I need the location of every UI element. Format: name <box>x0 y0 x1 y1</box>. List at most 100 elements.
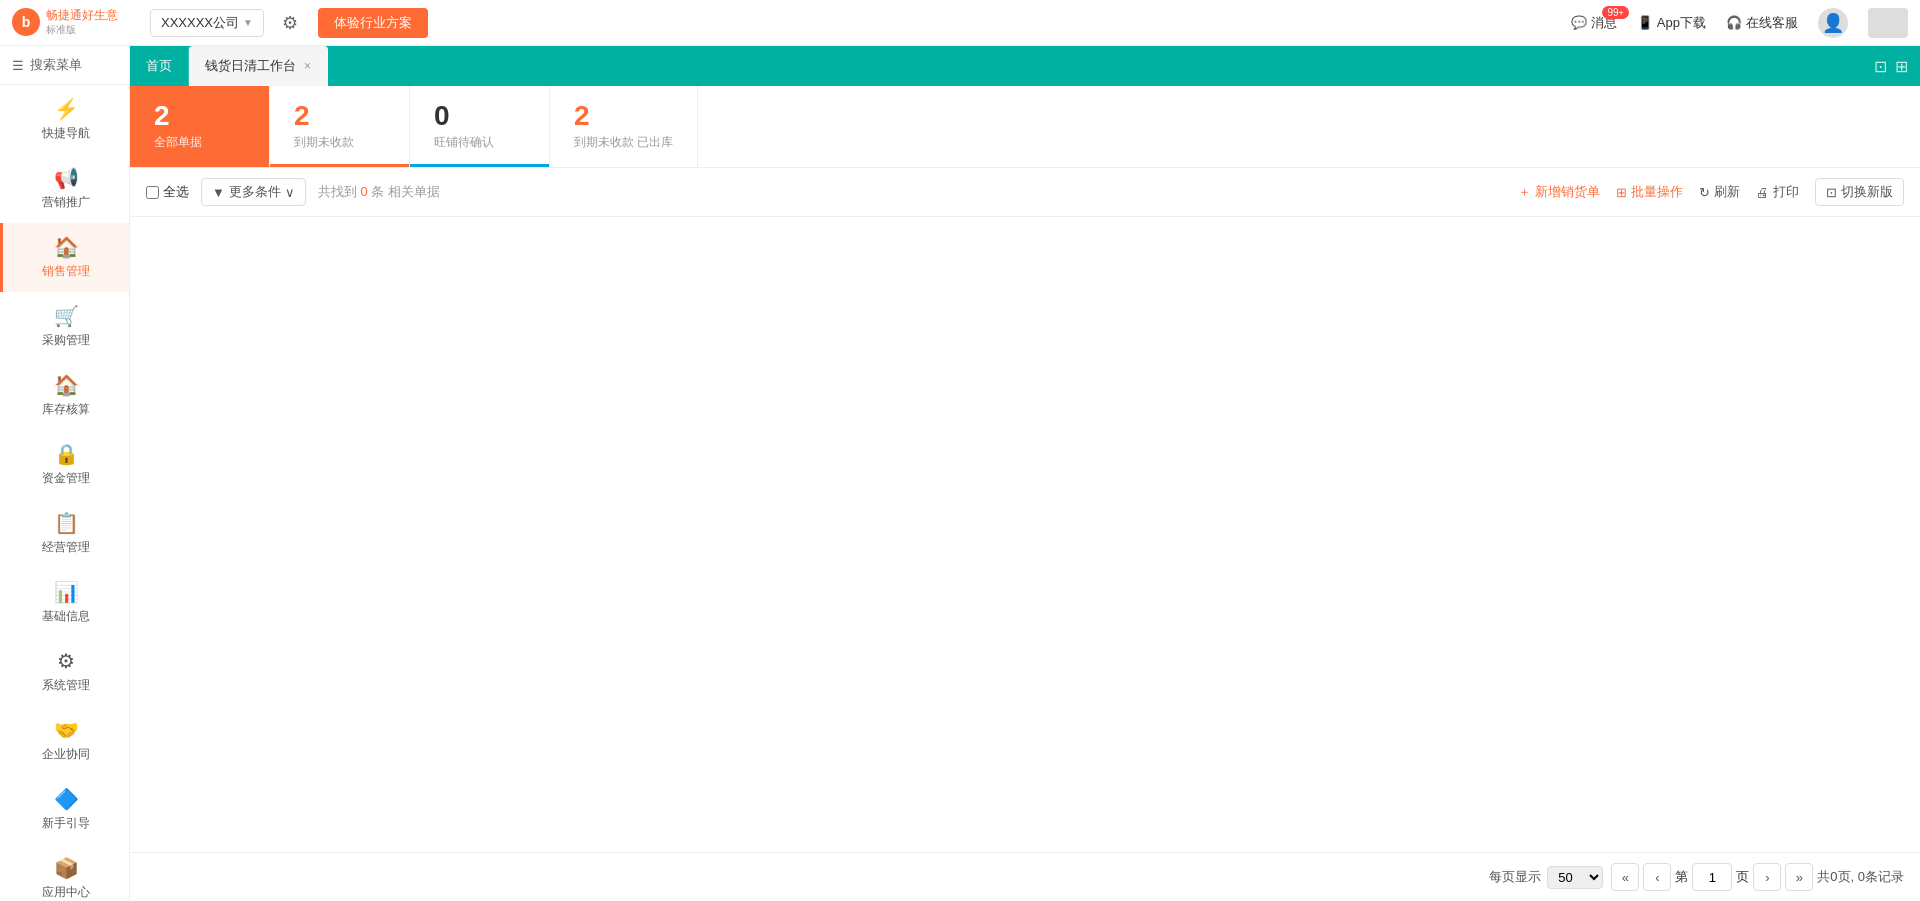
pagination: 每页显示 50 10 20 100 « ‹ 第 页 › » 共 <box>130 852 1920 901</box>
message-badge: 99 <box>1602 6 1628 19</box>
stat-underline-overdue <box>270 164 409 167</box>
plus-icon: ＋ <box>1518 183 1531 201</box>
system-icon: ⚙ <box>57 649 75 673</box>
sidebar-label-guide: 新手引导 <box>42 815 90 832</box>
user-menu[interactable] <box>1868 8 1908 38</box>
stat-num-overdue: 2 <box>294 102 385 130</box>
stat-card-overdue[interactable]: 2 到期未收款 <box>270 86 410 167</box>
stat-num-all: 2 <box>154 102 245 130</box>
batch-operation-button[interactable]: ⊞ 批量操作 <box>1616 183 1683 201</box>
select-all-label: 全选 <box>163 183 189 201</box>
sidebar-item-system[interactable]: ⚙ 系统管理 <box>0 637 129 706</box>
next-page-button[interactable]: › <box>1753 863 1781 891</box>
sidebar-label-apps: 应用中心 <box>42 884 90 901</box>
message-action[interactable]: 💬 消息 99 <box>1571 14 1617 32</box>
search-menu-label: 搜索菜单 <box>30 56 82 74</box>
header-right: 💬 消息 99 📱 App下载 🎧 在线客服 👤 <box>1571 8 1908 38</box>
select-all-checkbox[interactable]: 全选 <box>146 183 189 201</box>
sidebar-item-guide[interactable]: 🔷 新手引导 <box>0 775 129 844</box>
prev-page-button[interactable]: ‹ <box>1643 863 1671 891</box>
filter-label: 更多条件 <box>229 183 281 201</box>
sidebar-label-system: 系统管理 <box>42 677 90 694</box>
tab-cash-flow[interactable]: 钱货日清工作台 × <box>189 46 328 86</box>
stat-label-overdue: 到期未收款 <box>294 134 385 151</box>
tab-home-label: 首页 <box>146 57 172 75</box>
sidebar-item-finance[interactable]: 🔒 资金管理 <box>0 430 129 499</box>
tab-home[interactable]: 首页 <box>130 46 189 86</box>
stat-label-overdue-shipped: 到期未收款 已出库 <box>574 134 673 151</box>
page-suffix: 页 <box>1736 868 1749 886</box>
empty-state <box>130 217 1920 852</box>
sidebar-label-operations: 经营管理 <box>42 539 90 556</box>
sales-icon: 🏠 <box>54 235 79 259</box>
per-page-label: 每页显示 <box>1489 868 1541 886</box>
tab-maximize-button[interactable]: ⊞ <box>1895 57 1908 76</box>
logo-area: b 畅捷通好生意 标准版 <box>12 8 142 36</box>
sidebar-label-cooperation: 企业协同 <box>42 746 90 763</box>
sidebar-item-operations[interactable]: 📋 经营管理 <box>0 499 129 568</box>
filter-button[interactable]: ▼ 更多条件 ∨ <box>201 178 306 206</box>
apps-icon: 📦 <box>54 856 79 880</box>
online-service-action[interactable]: 🎧 在线客服 <box>1726 14 1798 32</box>
main-content: 首页 钱货日清工作台 × ⊡ ⊞ 2 全部单据 2 到期未收款 <box>130 46 1920 901</box>
sidebar-item-basic-info[interactable]: 📊 基础信息 <box>0 568 129 637</box>
settings-icon[interactable]: ⚙ <box>274 7 306 39</box>
message-icon: 💬 <box>1571 15 1587 30</box>
checkbox-input[interactable] <box>146 186 159 199</box>
stat-num-overdue-shipped: 2 <box>574 102 673 130</box>
refresh-icon: ↻ <box>1699 185 1710 200</box>
print-label: 打印 <box>1773 183 1799 201</box>
found-count: 共找到 0 条 相关单据 <box>318 183 440 201</box>
close-icon[interactable]: × <box>304 59 311 73</box>
online-service-label: 在线客服 <box>1746 14 1798 32</box>
switch-label: 切换新版 <box>1841 183 1893 201</box>
stat-card-overdue-shipped[interactable]: 2 到期未收款 已出库 <box>550 86 698 167</box>
cooperation-icon: 🤝 <box>54 718 79 742</box>
purchase-icon: 🛒 <box>54 304 79 328</box>
quick-nav-icon: ⚡ <box>54 97 79 121</box>
sidebar-label-marketing: 营销推广 <box>42 194 90 211</box>
stat-underline-pending <box>410 164 549 167</box>
stat-card-pending[interactable]: 0 旺铺待确认 <box>410 86 550 167</box>
company-selector[interactable]: XXXXXX公司 ▼ <box>150 9 264 37</box>
app-download-action[interactable]: 📱 App下载 <box>1637 14 1706 32</box>
toolbar: 全选 ▼ 更多条件 ∨ 共找到 0 条 相关单据 ＋ 新增销货单 <box>130 168 1920 217</box>
add-sales-order-button[interactable]: ＋ 新增销货单 <box>1518 183 1600 201</box>
trial-button[interactable]: 体验行业方案 <box>318 8 428 38</box>
sidebar-item-purchase[interactable]: 🛒 采购管理 <box>0 292 129 361</box>
batch-icon: ⊞ <box>1616 185 1627 200</box>
refresh-button[interactable]: ↻ 刷新 <box>1699 183 1740 201</box>
service-icon: 🎧 <box>1726 15 1742 30</box>
switch-version-button[interactable]: ⊡ 切换新版 <box>1815 178 1904 206</box>
sidebar-label-sales: 销售管理 <box>42 263 90 280</box>
add-label: 新增销货单 <box>1535 183 1600 201</box>
stat-label-pending: 旺铺待确认 <box>434 134 525 151</box>
sidebar-item-quick-nav[interactable]: ⚡ 快捷导航 <box>0 85 129 154</box>
page-number-input[interactable] <box>1692 863 1732 891</box>
logo-icon: b <box>12 8 40 36</box>
sidebar-search[interactable]: ☰ 搜索菜单 <box>0 46 129 85</box>
sidebar-item-sales[interactable]: 🏠 销售管理 <box>0 223 129 292</box>
refresh-label: 刷新 <box>1714 183 1740 201</box>
sidebar-item-apps[interactable]: 📦 应用中心 <box>0 844 129 901</box>
app-body: ☰ 搜索菜单 ⚡ 快捷导航 📢 营销推广 🏠 销售管理 🛒 采购管理 🏠 库存核… <box>0 46 1920 901</box>
download-icon: 📱 <box>1637 15 1653 30</box>
print-button[interactable]: 🖨 打印 <box>1756 183 1799 201</box>
sidebar-item-cooperation[interactable]: 🤝 企业协同 <box>0 706 129 775</box>
first-page-button[interactable]: « <box>1611 863 1639 891</box>
switch-icon: ⊡ <box>1826 185 1837 200</box>
sidebar-item-marketing[interactable]: 📢 营销推广 <box>0 154 129 223</box>
print-icon: 🖨 <box>1756 185 1769 200</box>
avatar[interactable]: 👤 <box>1818 8 1848 38</box>
search-icon: ☰ <box>12 58 24 73</box>
last-page-button[interactable]: » <box>1785 863 1813 891</box>
inventory-icon: 🏠 <box>54 373 79 397</box>
tab-minimize-button[interactable]: ⊡ <box>1874 57 1887 76</box>
per-page-select[interactable]: 50 10 20 100 <box>1547 866 1603 889</box>
tab-cash-flow-label: 钱货日清工作台 <box>205 57 296 75</box>
stat-num-pending: 0 <box>434 102 525 130</box>
stats-row: 2 全部单据 2 到期未收款 0 旺铺待确认 2 到期未收款 已出库 <box>130 86 1920 168</box>
sidebar-item-inventory[interactable]: 🏠 库存核算 <box>0 361 129 430</box>
stat-card-all[interactable]: 2 全部单据 <box>130 86 270 167</box>
table-area <box>130 217 1920 852</box>
